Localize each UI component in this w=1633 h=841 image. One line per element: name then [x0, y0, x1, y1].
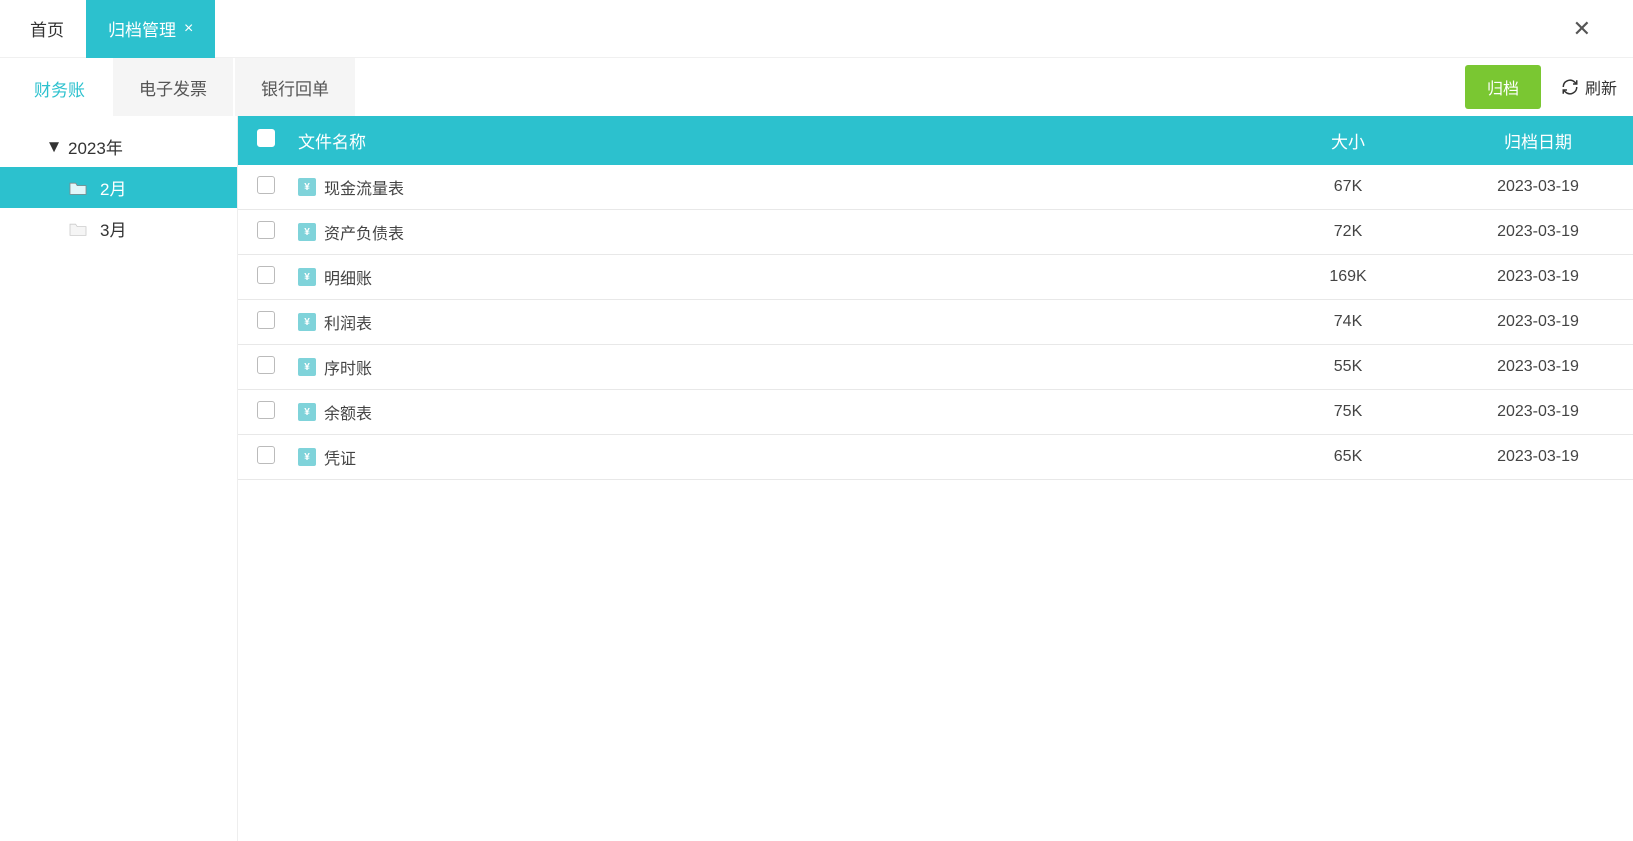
file-table: 文件名称 大小 归档日期 ¥现金流量表67K2023-03-19¥资产负债表72…: [238, 116, 1633, 480]
subtab-finance-label: 财务账: [34, 76, 85, 101]
row-checkbox[interactable]: [257, 356, 275, 374]
tab-home[interactable]: 首页: [8, 0, 86, 58]
tab-archive-management[interactable]: 归档管理 ×: [86, 0, 215, 58]
header-date: 归档日期: [1443, 116, 1633, 165]
row-date: 2023-03-19: [1443, 300, 1633, 345]
toolbar: 财务账 电子发票 银行回单 归档 刷新: [0, 58, 1633, 116]
row-size: 55K: [1253, 345, 1443, 390]
subtab-einvoice-label: 电子发票: [139, 75, 207, 100]
row-filename: 利润表: [324, 310, 372, 334]
content-area: ▼ 2023年 2月3月 文件名称 大小 归档日期 ¥现金流量表67K2023-…: [0, 116, 1633, 841]
row-filename: 现金流量表: [324, 175, 404, 199]
row-checkbox-cell: [238, 165, 288, 210]
row-filename: 序时账: [324, 355, 372, 379]
select-all-checkbox[interactable]: [257, 129, 275, 147]
table-row[interactable]: ¥ 余额表 75K2023-03-19: [238, 390, 1633, 435]
tree-month-node[interactable]: 2月: [0, 167, 237, 208]
row-filename-cell: ¥ 资产负债表: [288, 210, 1253, 255]
row-filename-cell: ¥ 序时账: [288, 345, 1253, 390]
tree-month-node[interactable]: 3月: [0, 208, 237, 249]
table-row[interactable]: ¥ 现金流量表 67K2023-03-19: [238, 165, 1633, 210]
row-checkbox[interactable]: [257, 401, 275, 419]
tree-year-label: 2023年: [68, 134, 123, 159]
row-date: 2023-03-19: [1443, 345, 1633, 390]
header-size: 大小: [1253, 116, 1443, 165]
row-filename: 余额表: [324, 400, 372, 424]
file-icon: ¥: [298, 403, 316, 421]
file-icon: ¥: [298, 223, 316, 241]
subtab-bankslip[interactable]: 银行回单: [235, 58, 355, 116]
archive-button-label: 归档: [1487, 81, 1519, 98]
folder-icon: [68, 180, 88, 196]
row-checkbox-cell: [238, 210, 288, 255]
file-icon: ¥: [298, 178, 316, 196]
row-filename-cell: ¥ 凭证: [288, 435, 1253, 480]
row-checkbox-cell: [238, 345, 288, 390]
folder-tree: ▼ 2023年 2月 3月: [0, 116, 238, 841]
table-row[interactable]: ¥ 利润表 74K2023-03-19: [238, 300, 1633, 345]
subtab-finance[interactable]: 财务账: [8, 58, 111, 116]
header-checkbox-cell: [238, 116, 288, 165]
refresh-button-label: 刷新: [1585, 75, 1617, 99]
row-date: 2023-03-19: [1443, 165, 1633, 210]
row-checkbox[interactable]: [257, 221, 275, 239]
archive-button[interactable]: 归档: [1465, 65, 1541, 109]
row-size: 169K: [1253, 255, 1443, 300]
row-size: 65K: [1253, 435, 1443, 480]
subtab-bankslip-label: 银行回单: [261, 75, 329, 100]
row-date: 2023-03-19: [1443, 435, 1633, 480]
sub-tab-bar: 财务账 电子发票 银行回单: [8, 58, 357, 116]
table-header-row: 文件名称 大小 归档日期: [238, 116, 1633, 165]
table-row[interactable]: ¥ 资产负债表 72K2023-03-19: [238, 210, 1633, 255]
row-size: 75K: [1253, 390, 1443, 435]
file-icon: ¥: [298, 448, 316, 466]
row-filename-cell: ¥ 现金流量表: [288, 165, 1253, 210]
row-size: 67K: [1253, 165, 1443, 210]
row-filename-cell: ¥ 明细账: [288, 255, 1253, 300]
row-checkbox[interactable]: [257, 266, 275, 284]
header-filename: 文件名称: [288, 116, 1253, 165]
tab-home-label: 首页: [30, 16, 64, 41]
row-size: 74K: [1253, 300, 1443, 345]
subtab-einvoice[interactable]: 电子发票: [113, 58, 233, 116]
row-filename-cell: ¥ 余额表: [288, 390, 1253, 435]
table-row[interactable]: ¥ 明细账 169K2023-03-19: [238, 255, 1633, 300]
tree-month-label: 2月: [100, 175, 126, 200]
row-checkbox[interactable]: [257, 446, 275, 464]
tab-archive-label: 归档管理: [108, 16, 176, 41]
file-icon: ¥: [298, 313, 316, 331]
refresh-icon: [1561, 78, 1579, 96]
row-checkbox[interactable]: [257, 176, 275, 194]
file-icon: ¥: [298, 358, 316, 376]
file-icon: ¥: [298, 268, 316, 286]
row-filename: 明细账: [324, 265, 372, 289]
table-row[interactable]: ¥ 凭证 65K2023-03-19: [238, 435, 1633, 480]
refresh-button[interactable]: 刷新: [1561, 75, 1617, 99]
tree-month-label: 3月: [100, 216, 126, 241]
row-size: 72K: [1253, 210, 1443, 255]
row-checkbox-cell: [238, 255, 288, 300]
close-all-tabs-icon[interactable]: ✕: [1563, 12, 1601, 46]
row-date: 2023-03-19: [1443, 255, 1633, 300]
folder-icon: [68, 221, 88, 237]
row-filename-cell: ¥ 利润表: [288, 300, 1253, 345]
row-date: 2023-03-19: [1443, 390, 1633, 435]
tab-close-icon[interactable]: ×: [184, 20, 193, 38]
caret-down-icon: ▼: [40, 137, 68, 157]
row-checkbox-cell: [238, 435, 288, 480]
tree-year-node[interactable]: ▼ 2023年: [0, 126, 237, 167]
row-checkbox[interactable]: [257, 311, 275, 329]
file-table-wrap: 文件名称 大小 归档日期 ¥现金流量表67K2023-03-19¥资产负债表72…: [238, 116, 1633, 841]
row-date: 2023-03-19: [1443, 210, 1633, 255]
top-tab-bar: 首页 归档管理 × ✕: [0, 0, 1633, 58]
table-row[interactable]: ¥ 序时账 55K2023-03-19: [238, 345, 1633, 390]
row-checkbox-cell: [238, 390, 288, 435]
row-filename: 资产负债表: [324, 220, 404, 244]
row-checkbox-cell: [238, 300, 288, 345]
row-filename: 凭证: [324, 445, 356, 469]
